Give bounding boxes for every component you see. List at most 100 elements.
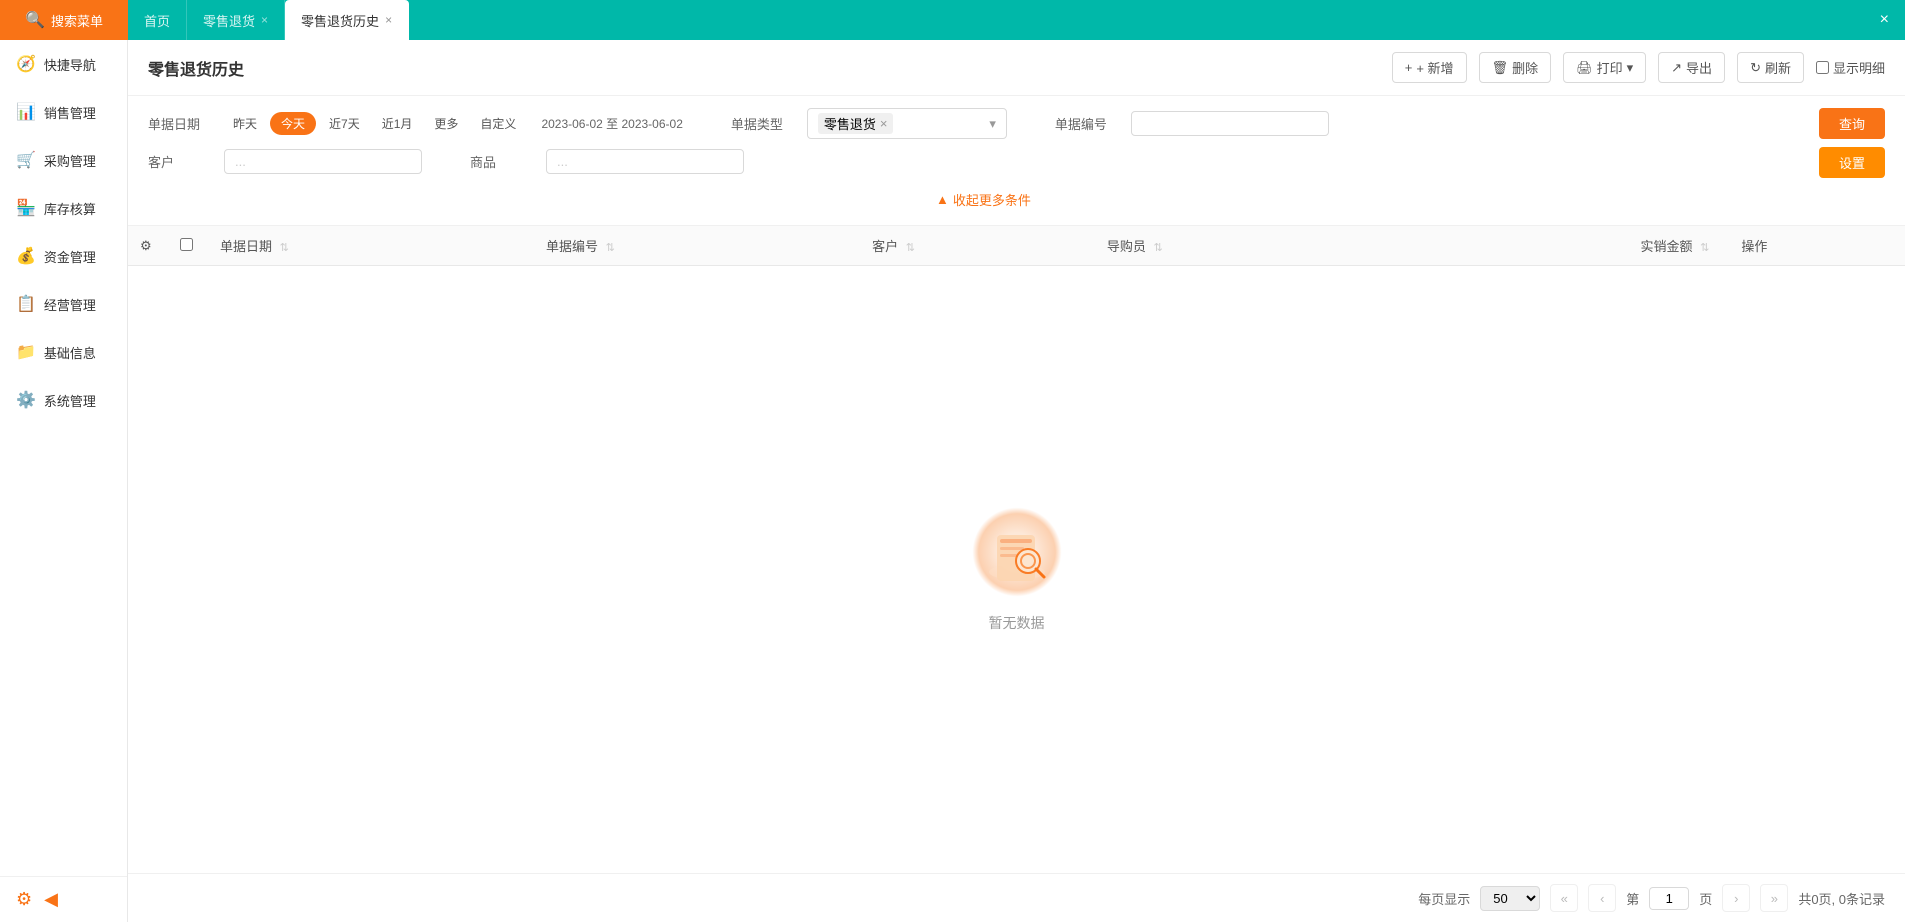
page-number-input[interactable]	[1649, 887, 1689, 910]
new-button[interactable]: + + 新增	[1392, 52, 1467, 83]
table-area: ⚙ 单据日期 ⇅ 单据编号 ⇅ 客户 ⇅	[128, 226, 1905, 873]
sidebar-item-purchase[interactable]: 🛒 采购管理	[0, 136, 127, 184]
tab-retail-return-close[interactable]: ×	[261, 13, 268, 27]
filter-row-1: 单据日期 昨天 今天 近7天 近1月 更多 自定义 2023-06-02 至 2…	[148, 108, 1819, 139]
total-info: 共0页, 0条记录	[1798, 889, 1885, 908]
col-action: 操作	[1729, 226, 1905, 266]
voucher-filter-input[interactable]	[1131, 111, 1329, 136]
delete-label: 删除	[1512, 58, 1538, 77]
print-label: 打印	[1597, 58, 1623, 77]
inventory-icon: 🏪	[16, 198, 36, 218]
tab-retail-return[interactable]: 零售退货 ×	[187, 0, 285, 40]
purchase-icon: 🛒	[16, 150, 36, 170]
refresh-button[interactable]: ↻ 刷新	[1737, 52, 1804, 83]
sidebar-item-system[interactable]: ⚙️ 系统管理	[0, 376, 127, 424]
table-header: ⚙ 单据日期 ⇅ 单据编号 ⇅ 客户 ⇅	[128, 226, 1905, 266]
table-header-row: ⚙ 单据日期 ⇅ 单据编号 ⇅ 客户 ⇅	[128, 226, 1905, 266]
tab-retail-return-history-close[interactable]: ×	[385, 13, 392, 27]
content-area: 零售退货历史 + + 新增 🗑 删除 🖨 打印 ▾ ↗ 导出	[128, 40, 1905, 922]
empty-icon	[972, 507, 1062, 597]
goods-filter-input[interactable]	[546, 149, 744, 174]
date-btn-yesterday[interactable]: 昨天	[224, 112, 266, 135]
date-btn-today[interactable]: 今天	[270, 112, 316, 135]
print-button[interactable]: 🖨 打印 ▾	[1563, 52, 1646, 83]
collapse-sidebar-icon[interactable]: ◀	[44, 889, 58, 910]
col-checkbox[interactable]	[168, 226, 208, 266]
sidebar-item-purchase-label: 采购管理	[44, 151, 96, 170]
sidebar-item-sales[interactable]: 📊 销售管理	[0, 88, 127, 136]
tab-retail-return-label: 零售退货	[203, 11, 255, 30]
date-btn-1month[interactable]: 近1月	[373, 112, 422, 135]
type-filter-tag: 零售退货 ×	[818, 113, 894, 134]
col-settings[interactable]: ⚙	[128, 226, 168, 266]
empty-illustration	[982, 517, 1052, 587]
show-detail-toggle[interactable]: 显示明细	[1816, 58, 1885, 77]
customer-filter-label: 客户	[148, 152, 208, 171]
col-date-label: 单据日期	[220, 239, 272, 254]
delete-icon: 🗑	[1492, 60, 1509, 76]
window-close-btn[interactable]: ×	[1880, 11, 1905, 29]
col-date[interactable]: 单据日期 ⇅	[208, 226, 534, 266]
prev-page-btn[interactable]: ‹	[1588, 884, 1616, 912]
export-button[interactable]: ↗ 导出	[1658, 52, 1725, 83]
date-btn-custom[interactable]: 自定义	[471, 112, 525, 135]
customer-filter-input[interactable]	[224, 149, 422, 174]
show-detail-label: 显示明细	[1833, 58, 1885, 77]
tab-home[interactable]: 首页	[128, 0, 187, 40]
empty-text: 暂无数据	[989, 613, 1045, 633]
operations-icon: 📋	[16, 294, 36, 314]
sidebar-item-system-label: 系统管理	[44, 391, 96, 410]
query-button[interactable]: 查询	[1819, 108, 1885, 139]
col-amount[interactable]: 实销金额 ⇅	[1375, 226, 1729, 266]
col-number-label: 单据编号	[546, 239, 598, 254]
print-icon: 🖨	[1576, 60, 1593, 76]
date-btn-more[interactable]: 更多	[425, 112, 467, 135]
col-amount-sort-icon: ⇅	[1700, 242, 1709, 254]
date-btn-7days[interactable]: 近7天	[320, 112, 369, 135]
delete-button[interactable]: 🗑 删除	[1479, 52, 1552, 83]
col-guide-label: 导购员	[1107, 239, 1146, 254]
sidebar-item-finance[interactable]: 💰 资金管理	[0, 232, 127, 280]
tab-retail-return-history[interactable]: 零售退货历史 ×	[285, 0, 409, 40]
basics-icon: 📁	[16, 342, 36, 362]
page-unit: 页	[1699, 889, 1712, 908]
first-page-btn[interactable]: «	[1550, 884, 1578, 912]
last-page-btn[interactable]: »	[1760, 884, 1788, 912]
select-all-checkbox[interactable]	[180, 238, 193, 251]
col-number-sort-icon: ⇅	[606, 242, 615, 254]
col-date-sort-icon: ⇅	[280, 242, 289, 254]
col-amount-label: 实销金额	[1640, 239, 1692, 254]
sidebar-item-operations[interactable]: 📋 经营管理	[0, 280, 127, 328]
search-menu-btn[interactable]: 🔍 搜索菜单	[0, 0, 128, 40]
tab-bar: 首页 零售退货 × 零售退货历史 ×	[128, 0, 1880, 40]
next-page-btn[interactable]: ›	[1722, 884, 1750, 912]
sidebar-item-inventory[interactable]: 🏪 库存核算	[0, 184, 127, 232]
pagination-bar: 每页显示 50 100 200 « ‹ 第 页 › » 共0页, 0条记录	[128, 873, 1905, 922]
sidebar-item-quick-nav-label: 快捷导航	[44, 55, 96, 74]
quick-nav-icon: 🧭	[16, 54, 36, 74]
collapse-filters-btn[interactable]: ▲ 收起更多条件	[920, 186, 1047, 213]
sidebar-item-quick-nav[interactable]: 🧭 快捷导航	[0, 40, 127, 88]
show-detail-checkbox[interactable]	[1816, 61, 1829, 74]
type-filter-select[interactable]: 零售退货 × ▾	[807, 108, 1007, 139]
filter-settings-button[interactable]: 设置	[1819, 147, 1885, 178]
sidebar-item-basics[interactable]: 📁 基础信息	[0, 328, 127, 376]
sales-icon: 📊	[16, 102, 36, 122]
type-filter-tag-remove[interactable]: ×	[880, 116, 888, 131]
finance-icon: 💰	[16, 246, 36, 266]
col-guide[interactable]: 导购员 ⇅	[1095, 226, 1375, 266]
system-icon: ⚙️	[16, 390, 36, 410]
collapse-label: 收起更多条件	[953, 190, 1031, 209]
col-number[interactable]: 单据编号 ⇅	[534, 226, 860, 266]
sidebar-item-inventory-label: 库存核算	[44, 199, 96, 218]
type-filter-tag-value: 零售退货	[824, 114, 876, 133]
refresh-icon: ↻	[1750, 60, 1761, 76]
filter-row-wrap: 单据日期 昨天 今天 近7天 近1月 更多 自定义 2023-06-02 至 2…	[148, 108, 1885, 213]
col-customer[interactable]: 客户 ⇅	[860, 226, 1095, 266]
filter-row-2: 客户 商品	[148, 149, 1819, 174]
settings-gear-icon[interactable]: ⚙	[16, 889, 32, 910]
page-size-select[interactable]: 50 100 200	[1480, 886, 1540, 911]
date-buttons: 昨天 今天 近7天 近1月 更多 自定义	[224, 112, 525, 135]
sidebar-item-basics-label: 基础信息	[44, 343, 96, 362]
empty-state: 暂无数据	[128, 266, 1905, 873]
